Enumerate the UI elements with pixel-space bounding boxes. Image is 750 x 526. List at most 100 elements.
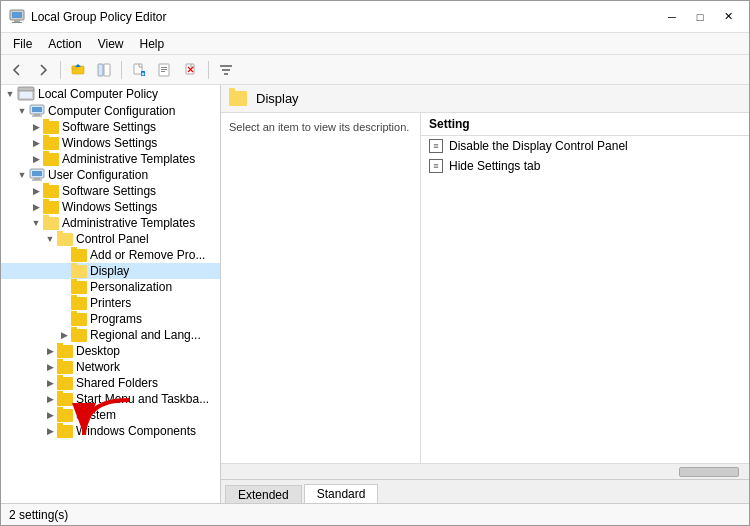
svg-rect-12 bbox=[161, 69, 167, 70]
display-folder-icon bbox=[71, 265, 87, 278]
scrollbar-thumb[interactable] bbox=[679, 467, 739, 477]
tree-control-panel[interactable]: ▼ Control Panel bbox=[1, 231, 220, 247]
horizontal-scrollbar[interactable] bbox=[221, 463, 749, 479]
reg-folder-icon bbox=[71, 329, 87, 342]
svg-rect-8 bbox=[134, 64, 142, 74]
tree-windows-settings-user[interactable]: ▶ Windows Settings bbox=[1, 199, 220, 215]
status-text: 2 setting(s) bbox=[9, 508, 68, 522]
up-button[interactable] bbox=[66, 58, 90, 82]
toolbar-separator-2 bbox=[121, 61, 122, 79]
user-config-icon bbox=[29, 168, 45, 182]
wc-toggle: ▶ bbox=[43, 424, 57, 438]
setting-row-2[interactable]: ≡ Hide Settings tab bbox=[421, 156, 749, 176]
tree-programs[interactable]: Programs bbox=[1, 311, 220, 327]
tree-printers[interactable]: Printers bbox=[1, 295, 220, 311]
right-pane-title: Display bbox=[256, 91, 299, 106]
description-pane: Select an item to view its description. bbox=[221, 113, 421, 463]
forward-button[interactable] bbox=[31, 58, 55, 82]
ws-comp-folder-icon bbox=[43, 137, 59, 150]
svg-rect-20 bbox=[34, 114, 40, 116]
svg-rect-19 bbox=[32, 107, 42, 112]
main-window: Local Group Policy Editor ─ □ ✕ File Act… bbox=[0, 0, 750, 526]
setting-icon-2: ≡ bbox=[429, 159, 443, 173]
setting-column-label: Setting bbox=[429, 117, 470, 131]
cp-folder-icon bbox=[57, 233, 73, 246]
tree-admin-templates-user[interactable]: ▼ Administrative Templates bbox=[1, 215, 220, 231]
toolbar bbox=[1, 55, 749, 85]
tabs-bar: Extended Standard bbox=[221, 479, 749, 503]
properties-button[interactable] bbox=[153, 58, 177, 82]
tree-display[interactable]: Display bbox=[1, 263, 220, 279]
arp-label: Add or Remove Pro... bbox=[90, 248, 205, 262]
svg-rect-7 bbox=[104, 64, 110, 76]
svg-rect-2 bbox=[14, 20, 20, 22]
ws-user-folder-icon bbox=[43, 201, 59, 214]
svg-rect-11 bbox=[161, 67, 167, 68]
left-pane: ▼ Local Computer Policy ▼ Computer Confi… bbox=[1, 85, 221, 503]
window-title: Local Group Policy Editor bbox=[31, 10, 166, 24]
tree-add-remove[interactable]: Add or Remove Pro... bbox=[1, 247, 220, 263]
wc-label: Windows Components bbox=[76, 424, 196, 438]
filter-button[interactable] bbox=[214, 58, 238, 82]
sys-toggle: ▶ bbox=[43, 408, 57, 422]
tree-windows-components[interactable]: ▶ Windows Components bbox=[1, 423, 220, 439]
show-hide-button[interactable] bbox=[92, 58, 116, 82]
back-button[interactable] bbox=[5, 58, 29, 82]
tree-software-settings-comp[interactable]: ▶ Software Settings bbox=[1, 119, 220, 135]
ss-user-toggle: ▶ bbox=[29, 184, 43, 198]
delete-button[interactable] bbox=[179, 58, 203, 82]
maximize-button[interactable]: □ bbox=[687, 7, 713, 27]
sm-toggle: ▶ bbox=[43, 392, 57, 406]
root-label: Local Computer Policy bbox=[38, 87, 158, 101]
net-toggle: ▶ bbox=[43, 360, 57, 374]
sf-toggle: ▶ bbox=[43, 376, 57, 390]
ss-comp-toggle: ▶ bbox=[29, 120, 43, 134]
svg-rect-23 bbox=[32, 171, 42, 176]
tree-user-config[interactable]: ▼ User Configuration bbox=[1, 167, 220, 183]
menu-action[interactable]: Action bbox=[40, 35, 89, 53]
tree-windows-settings-comp[interactable]: ▶ Windows Settings bbox=[1, 135, 220, 151]
app-icon bbox=[9, 9, 25, 25]
menu-help[interactable]: Help bbox=[132, 35, 173, 53]
minimize-button[interactable]: ─ bbox=[659, 7, 685, 27]
print-folder-icon bbox=[71, 297, 87, 310]
ws-comp-label: Windows Settings bbox=[62, 136, 157, 150]
tree-software-settings-user[interactable]: ▶ Software Settings bbox=[1, 183, 220, 199]
svg-rect-24 bbox=[34, 178, 40, 180]
svg-rect-16 bbox=[20, 91, 32, 98]
local-policy-icon bbox=[17, 86, 35, 102]
tree-system[interactable]: ▶ System bbox=[1, 407, 220, 423]
tree-desktop[interactable]: ▶ Desktop bbox=[1, 343, 220, 359]
prog-folder-icon bbox=[71, 313, 87, 326]
ss-user-folder-icon bbox=[43, 185, 59, 198]
tree-start-menu[interactable]: ▶ Start Menu and Taskba... bbox=[1, 391, 220, 407]
tree-computer-config[interactable]: ▼ Computer Configuration bbox=[1, 103, 220, 119]
tree-shared-folders[interactable]: ▶ Shared Folders bbox=[1, 375, 220, 391]
tree-regional[interactable]: ▶ Regional and Lang... bbox=[1, 327, 220, 343]
tree-network[interactable]: ▶ Network bbox=[1, 359, 220, 375]
setting-row-1[interactable]: ≡ Disable the Display Control Panel bbox=[421, 136, 749, 156]
tree-admin-templates-comp[interactable]: ▶ Administrative Templates bbox=[1, 151, 220, 167]
desk-label: Desktop bbox=[76, 344, 120, 358]
svg-rect-17 bbox=[18, 87, 34, 91]
tab-standard[interactable]: Standard bbox=[304, 484, 379, 503]
menu-file[interactable]: File bbox=[5, 35, 40, 53]
user-config-toggle: ▼ bbox=[15, 168, 29, 182]
cp-toggle: ▼ bbox=[43, 232, 57, 246]
reg-label: Regional and Lang... bbox=[90, 328, 201, 342]
status-bar: 2 setting(s) bbox=[1, 503, 749, 525]
net-label: Network bbox=[76, 360, 120, 374]
svg-rect-13 bbox=[161, 71, 165, 72]
cp-label: Control Panel bbox=[76, 232, 149, 246]
tree-personalization[interactable]: Personalization bbox=[1, 279, 220, 295]
close-button[interactable]: ✕ bbox=[715, 7, 741, 27]
tab-extended[interactable]: Extended bbox=[225, 485, 302, 503]
desk-folder-icon bbox=[57, 345, 73, 358]
menu-view[interactable]: View bbox=[90, 35, 132, 53]
tree-root[interactable]: ▼ Local Computer Policy bbox=[1, 85, 220, 103]
pers-label: Personalization bbox=[90, 280, 172, 294]
new-button[interactable] bbox=[127, 58, 151, 82]
right-pane-header: Display bbox=[221, 85, 749, 113]
at-comp-toggle: ▶ bbox=[29, 152, 43, 166]
sf-label: Shared Folders bbox=[76, 376, 158, 390]
